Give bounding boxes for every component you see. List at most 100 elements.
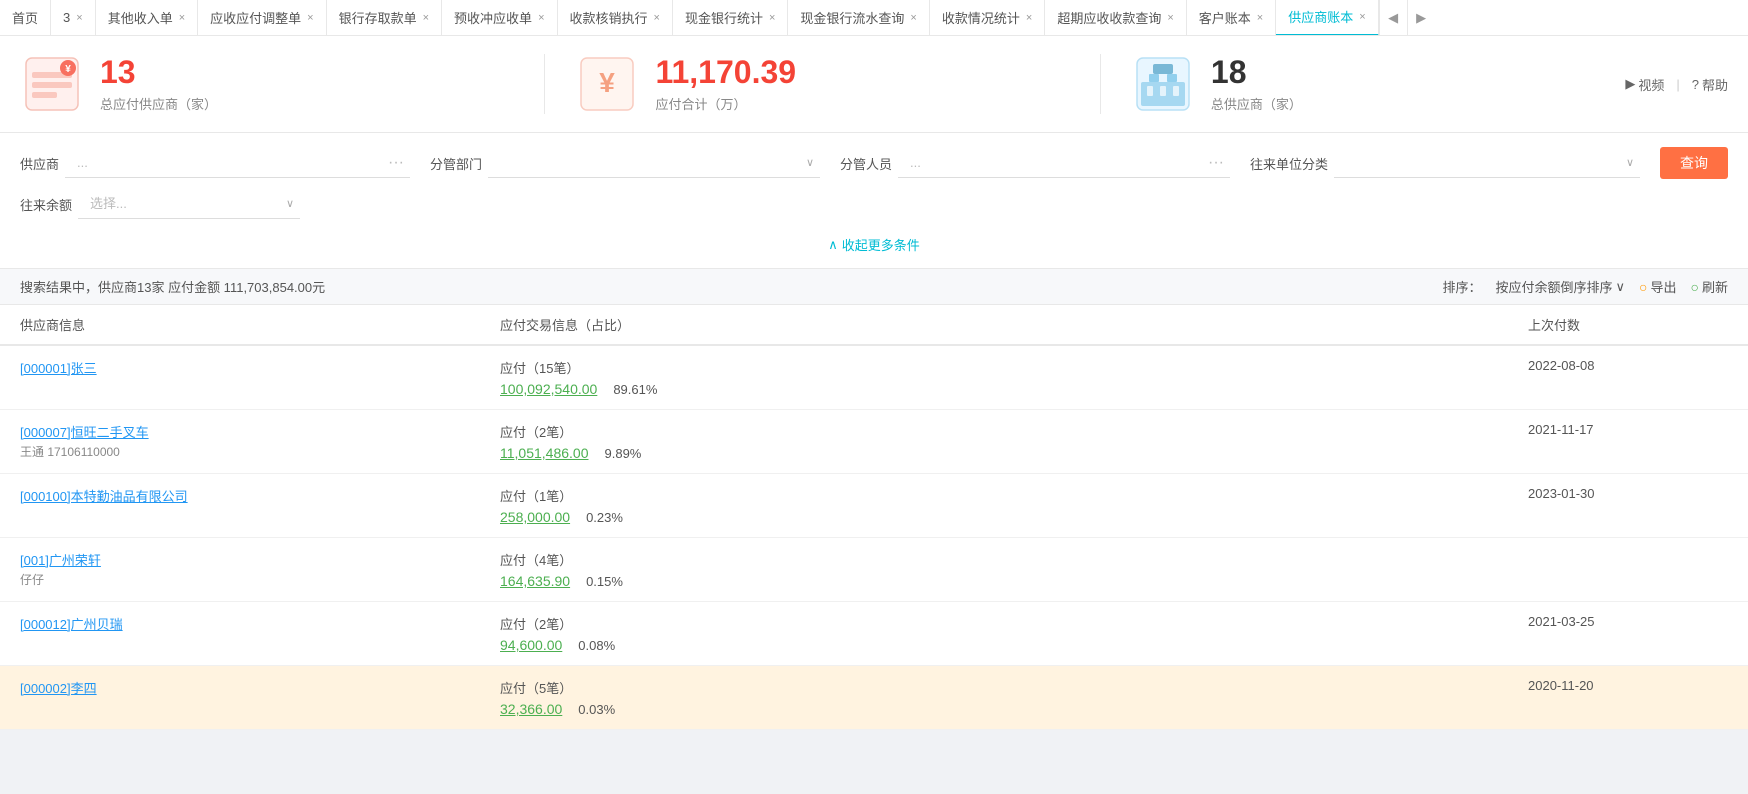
last-payment-cell: 2020-11-20 — [1528, 678, 1728, 693]
stat3-label: 总供应商（家） — [1211, 94, 1302, 113]
tx-amount[interactable]: 11,051,486.00 — [500, 445, 589, 461]
tx-row: 100,092,540.00 89.61% — [500, 381, 1528, 397]
stat-divider-1 — [544, 54, 545, 114]
tx-row: 258,000.00 0.23% — [500, 509, 1528, 525]
tx-label: 应付（2笔） — [500, 614, 1528, 633]
stat-total-suppliers: 18 总供应商（家） — [1131, 52, 1625, 116]
close-bank-icon[interactable]: × — [423, 12, 429, 24]
close-tab3-icon[interactable]: × — [76, 12, 82, 24]
supplier-link[interactable]: [000001]张三 — [20, 358, 500, 377]
person-input[interactable] — [904, 149, 1208, 177]
tx-row: 94,600.00 0.08% — [500, 637, 1528, 653]
stat1-content: 13 总应付供应商（家） — [100, 55, 217, 113]
close-verify-icon[interactable]: × — [654, 12, 660, 24]
nav-overdue[interactable]: 超期应收收款查询 × — [1045, 0, 1186, 36]
table-row: [000012]广州贝瑞 应付（2笔） 94,600.00 0.08% 2021… — [0, 602, 1748, 666]
help-icon: ? — [1692, 77, 1699, 92]
supplier-link[interactable]: [001]广州荣轩 — [20, 550, 500, 569]
video-link[interactable]: ▶ 视频 — [1625, 75, 1664, 94]
nav-home[interactable]: 首页 — [0, 0, 51, 36]
supplier-input[interactable] — [71, 149, 388, 177]
category-label: 往来单位分类 — [1250, 154, 1328, 173]
stat3-value: 18 — [1211, 55, 1302, 90]
close-other-income-icon[interactable]: × — [179, 12, 185, 24]
nav-supplier[interactable]: 供应商账本 × — [1276, 0, 1378, 36]
nav-prev-arrow[interactable]: ◀ — [1379, 0, 1407, 36]
nav-cash-stat[interactable]: 现金银行统计 × — [673, 0, 788, 36]
tx-cell: 应付（15笔） 100,092,540.00 89.61% — [500, 358, 1528, 397]
tx-label: 应付（15笔） — [500, 358, 1528, 377]
nav-other-income[interactable]: 其他收入单 × — [96, 0, 198, 36]
nav-prepay[interactable]: 预收冲应收单 × — [442, 0, 557, 36]
close-overdue-icon[interactable]: × — [1167, 12, 1173, 24]
close-prepay-icon[interactable]: × — [538, 12, 544, 24]
nav-recv-stat[interactable]: 收款情况统计 × — [930, 0, 1045, 36]
close-supplier-icon[interactable]: × — [1359, 11, 1365, 23]
close-adjust-icon[interactable]: × — [307, 12, 313, 24]
help-link[interactable]: ? 帮助 — [1692, 75, 1728, 94]
top-navigation: 首页 3 × 其他收入单 × 应收应付调整单 × 银行存取款单 × 预收冲应收单… — [0, 0, 1748, 36]
supplier-link[interactable]: [000002]李四 — [20, 678, 500, 697]
video-icon: ▶ — [1625, 76, 1635, 92]
last-payment-cell: 2021-11-17 — [1528, 422, 1728, 437]
table-row: [000002]李四 应付（5笔） 32,366.00 0.03% 2020-1… — [0, 666, 1748, 730]
collapse-button[interactable]: ∧ 收起更多条件 — [828, 231, 920, 258]
stat2-icon: ¥ — [575, 52, 639, 116]
nav-bank[interactable]: 银行存取款单 × — [327, 0, 442, 36]
dept-input[interactable] — [494, 149, 806, 177]
tx-amount[interactable]: 164,635.90 — [500, 573, 570, 589]
col-tx-header: 应付交易信息（占比） — [500, 315, 1528, 334]
close-recv-stat-icon[interactable]: × — [1026, 12, 1032, 24]
tx-amount[interactable]: 32,366.00 — [500, 701, 562, 717]
close-cash-stat-icon[interactable]: × — [769, 12, 775, 24]
stat1-icon: ¥ — [20, 52, 84, 116]
nav-adjust[interactable]: 应收应付调整单 × — [198, 0, 326, 36]
nav-cash-query[interactable]: 现金银行流水查询 × — [788, 0, 929, 36]
supplier-cell: [000100]本特勤油品有限公司 — [20, 486, 500, 507]
filter-supplier: 供应商 ··· — [20, 148, 410, 178]
filter-row-2: 往来余额 ∨ — [20, 189, 300, 219]
nav-verify[interactable]: 收款核销执行 × — [558, 0, 673, 36]
nav-customer[interactable]: 客户账本 × — [1187, 0, 1276, 36]
category-input[interactable] — [1340, 149, 1626, 177]
result-bar: 搜索结果中，供应商13家 应付金额 111,703,854.00元 排序： 按应… — [0, 269, 1748, 305]
person-label: 分管人员 — [840, 154, 892, 173]
tx-amount[interactable]: 258,000.00 — [500, 509, 570, 525]
close-cash-query-icon[interactable]: × — [910, 12, 916, 24]
stat2-label: 应付合计（万） — [655, 94, 796, 113]
supplier-link[interactable]: [000100]本特勤油品有限公司 — [20, 486, 500, 505]
tx-percent: 0.03% — [578, 702, 615, 717]
supplier-cell: [000001]张三 — [20, 358, 500, 379]
close-customer-icon[interactable]: × — [1257, 12, 1263, 24]
supplier-cell: [000007]恒旺二手叉车 王通 17106110000 — [20, 422, 500, 460]
last-payment-cell: 2022-08-08 — [1528, 358, 1728, 373]
export-button[interactable]: ○ 导出 — [1639, 277, 1676, 296]
stats-row: ¥ 13 总应付供应商（家） ¥ 11,170.39 应付合计（万） — [0, 36, 1748, 133]
stat-payable-total: ¥ 11,170.39 应付合计（万） — [575, 52, 1069, 116]
balance-input[interactable] — [84, 190, 286, 218]
tx-label: 应付（4笔） — [500, 550, 1528, 569]
supplier-link[interactable]: [000007]恒旺二手叉车 — [20, 422, 500, 441]
tx-amount[interactable]: 94,600.00 — [500, 637, 562, 653]
search-button[interactable]: 查询 — [1660, 147, 1728, 179]
nav-tab3[interactable]: 3 × — [51, 0, 96, 36]
supplier-label: 供应商 — [20, 154, 59, 173]
refresh-button[interactable]: ○ 刷新 — [1691, 277, 1728, 296]
table-row: [000007]恒旺二手叉车 王通 17106110000 应付（2笔） 11,… — [0, 410, 1748, 474]
stat1-label: 总应付供应商（家） — [100, 94, 217, 113]
stat3-icon — [1131, 52, 1195, 116]
divider: | — [1676, 77, 1679, 92]
filter-dept: 分管部门 ∨ — [430, 148, 820, 178]
sort-select[interactable]: 按应付余额倒序排序 ∨ — [1496, 277, 1626, 296]
tx-amount[interactable]: 100,092,540.00 — [500, 381, 597, 397]
supplier-link[interactable]: [000012]广州贝瑞 — [20, 614, 500, 633]
tx-percent: 89.61% — [613, 382, 657, 397]
nav-next-arrow[interactable]: ▶ — [1407, 0, 1435, 36]
tx-label: 应付（2笔） — [500, 422, 1528, 441]
tx-percent: 0.23% — [586, 510, 623, 525]
table-row: [000100]本特勤油品有限公司 应付（1笔） 258,000.00 0.23… — [0, 474, 1748, 538]
dept-dropdown-icon: ∨ — [806, 156, 814, 169]
refresh-icon: ○ — [1691, 279, 1699, 295]
tx-cell: 应付（1笔） 258,000.00 0.23% — [500, 486, 1528, 525]
supplier-dots[interactable]: ··· — [388, 154, 404, 172]
